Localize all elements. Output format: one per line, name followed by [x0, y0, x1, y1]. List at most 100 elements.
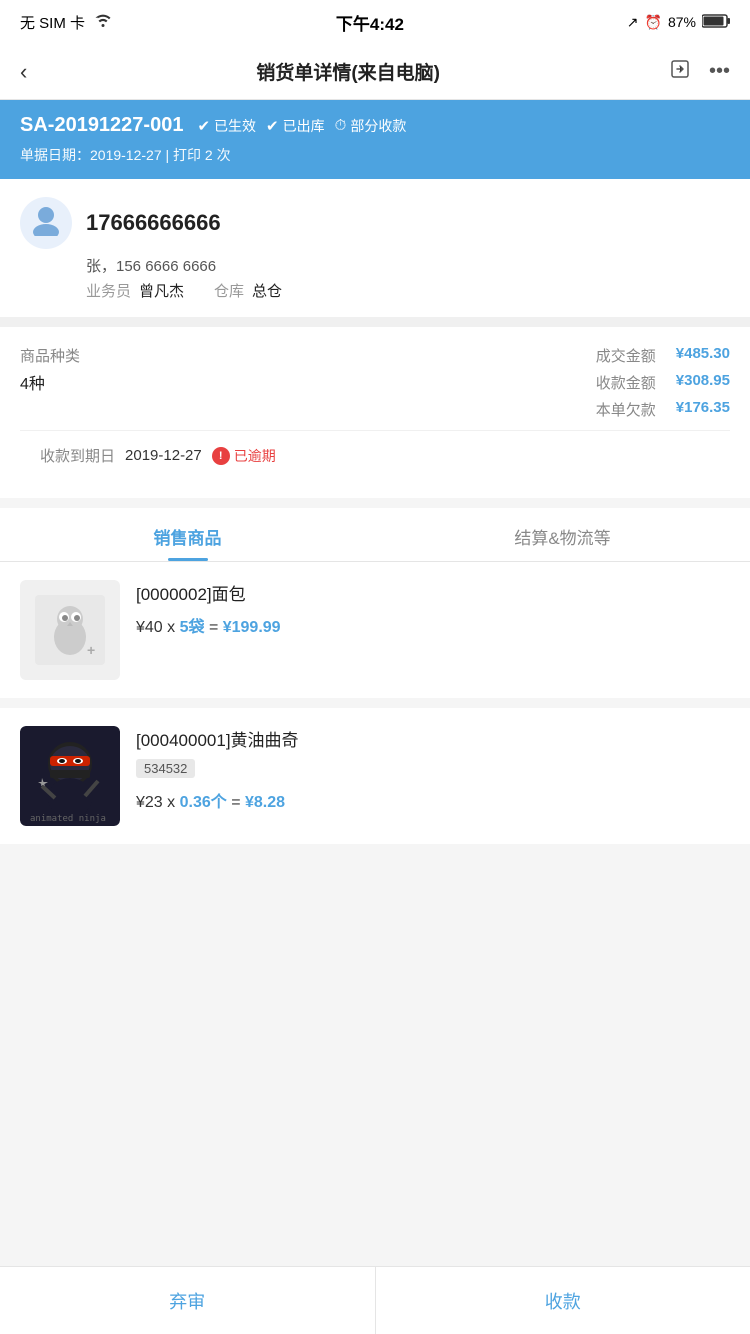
price-base-0: ¥40 x — [136, 619, 180, 636]
product-price-1: ¥23 x 0.36个 = ¥8.28 — [136, 788, 730, 812]
battery-level: 87% — [668, 14, 696, 30]
confirm-button[interactable]: 收款 — [376, 1267, 750, 1334]
warehouse-label: 仓库 — [214, 280, 244, 301]
bottom-spacer — [0, 854, 750, 934]
svg-text:+: + — [87, 642, 95, 658]
svg-text:animated ninja: animated ninja — [30, 814, 106, 824]
product-item-1: animated ninja [000400001]黄油曲奇 534532 ¥2… — [0, 708, 750, 844]
product-name-1: [000400001]黄油曲奇 — [136, 726, 730, 751]
summary-row: 商品种类 4种 成交金额 ¥485.30 收款金额 ¥308.95 本单欠款 ¥… — [20, 345, 730, 420]
status-time: 下午4:42 — [336, 10, 404, 35]
product-list: + [0000002]面包 ¥40 x 5袋 = ¥199.99 — [0, 562, 750, 934]
summary-right: 成交金额 ¥485.30 收款金额 ¥308.95 本单欠款 ¥176.35 — [596, 345, 730, 420]
salesperson-value: 曾凡杰 — [139, 280, 184, 301]
summary-label-0: 成交金额 — [596, 345, 656, 366]
tab-settlement-label: 结算&物流等 — [514, 529, 610, 548]
back-button[interactable]: ‹ — [20, 59, 27, 85]
avatar — [20, 197, 72, 249]
wifi-icon — [93, 13, 113, 31]
customer-section: 17666666666 张，156 6666 6666 业务员 曾凡杰 仓库 总… — [0, 179, 750, 317]
product-sku-1: 534532 — [136, 759, 195, 778]
equals-0: = — [205, 619, 223, 636]
equals-1: = — [227, 794, 245, 811]
customer-phone[interactable]: 17666666666 — [86, 210, 221, 236]
product-item-0: + [0000002]面包 ¥40 x 5袋 = ¥199.99 — [0, 562, 750, 698]
price-base-1: ¥23 x — [136, 794, 180, 811]
header-band: SA-20191227-001 ✔ 已生效 ✔ 已出库 ⏱ 部分收款 单据日期：… — [0, 100, 750, 179]
share-icon[interactable] — [669, 58, 691, 86]
status-tags: ✔ 已生效 ✔ 已出库 ⏱ 部分收款 — [197, 116, 406, 136]
product-total-0: ¥199.99 — [223, 619, 281, 636]
summary-label-2: 本单欠款 — [596, 399, 656, 420]
salesperson-label: 业务员 — [86, 280, 131, 301]
summary-left: 商品种类 4种 — [20, 345, 80, 394]
status-effective: ✔ 已生效 — [197, 116, 256, 136]
customer-meta: 业务员 曾凡杰 仓库 总仓 — [86, 280, 730, 301]
bottom-bar: 弃审 收款 — [0, 1266, 750, 1334]
summary-label-1: 收款金额 — [596, 372, 656, 393]
summary-section: 商品种类 4种 成交金额 ¥485.30 收款金额 ¥308.95 本单欠款 ¥… — [0, 327, 750, 498]
due-section: 收款到期日 2019-12-27 ! 已逾期 — [20, 430, 730, 480]
summary-value-1: ¥308.95 — [676, 372, 730, 393]
status-partial: ⏱ 部分收款 — [335, 116, 407, 136]
nav-bar: ‹ 销货单详情(来自电脑) ••• — [0, 44, 750, 100]
warehouse-item: 仓库 总仓 — [214, 280, 282, 301]
product-name-0: [0000002]面包 — [136, 580, 730, 605]
partial-icon: ⏱ — [335, 117, 347, 134]
tab-products-label: 销售商品 — [154, 529, 222, 548]
divider-1 — [0, 317, 750, 327]
order-id: SA-20191227-001 — [20, 114, 183, 137]
salesperson-item: 业务员 曾凡杰 — [86, 280, 184, 301]
cancel-button[interactable]: 弃审 — [0, 1267, 376, 1334]
effective-icon: ✔ — [197, 117, 210, 135]
product-thumb-svg-1: animated ninja — [20, 726, 120, 826]
due-label: 收款到期日 — [40, 445, 115, 466]
summary-item-0: 成交金额 ¥485.30 — [596, 345, 730, 366]
overdue-badge: ! 已逾期 — [212, 446, 276, 466]
tabs-section: 销售商品 结算&物流等 — [0, 508, 750, 562]
alarm-icon: ⏰ — [645, 14, 662, 31]
customer-detail: 张，156 6666 6666 — [86, 255, 730, 276]
product-price-0: ¥40 x 5袋 = ¥199.99 — [136, 613, 730, 637]
header-band-row1: SA-20191227-001 ✔ 已生效 ✔ 已出库 ⏱ 部分收款 — [20, 114, 730, 137]
tab-products[interactable]: 销售商品 — [0, 508, 375, 561]
warehouse-value: 总仓 — [252, 280, 282, 301]
status-right: ↗ ⏰ 87% — [627, 14, 730, 31]
confirm-label: 收款 — [545, 1288, 581, 1314]
summary-type-value: 4种 — [20, 370, 80, 394]
product-thumb-0: + — [20, 580, 120, 680]
product-thumb-1: animated ninja — [20, 726, 120, 826]
status-left: 无 SIM 卡 — [20, 12, 113, 33]
more-icon[interactable]: ••• — [709, 60, 730, 83]
shipped-icon: ✔ — [266, 117, 279, 135]
partial-label: 部分收款 — [350, 116, 406, 136]
summary-value-2: ¥176.35 — [676, 399, 730, 420]
overdue-icon: ! — [212, 447, 230, 465]
product-thumb-svg-0: + — [35, 595, 105, 665]
summary-item-2: 本单欠款 ¥176.35 — [596, 399, 730, 420]
due-date: 2019-12-27 — [125, 447, 202, 464]
product-qty-1: 0.36个 — [180, 794, 227, 811]
network-status: 无 SIM 卡 — [20, 12, 85, 33]
product-total-1: ¥8.28 — [245, 794, 285, 811]
product-qty-0: 5袋 — [180, 619, 205, 636]
summary-item-1: 收款金额 ¥308.95 — [596, 372, 730, 393]
battery-icon — [702, 14, 730, 31]
shipped-label: 已出库 — [283, 116, 325, 136]
status-bar: 无 SIM 卡 下午4:42 ↗ ⏰ 87% — [0, 0, 750, 44]
header-date-row: 单据日期：2019-12-27 | 打印 2 次 — [20, 145, 730, 165]
effective-label: 已生效 — [214, 116, 256, 136]
nav-right: ••• — [669, 58, 730, 86]
status-shipped: ✔ 已出库 — [266, 116, 325, 136]
product-info-0: [0000002]面包 ¥40 x 5袋 = ¥199.99 — [136, 580, 730, 637]
overdue-text: 已逾期 — [234, 446, 276, 466]
product-info-1: [000400001]黄油曲奇 534532 ¥23 x 0.36个 = ¥8.… — [136, 726, 730, 812]
cancel-label: 弃审 — [169, 1288, 205, 1314]
summary-type-label: 商品种类 — [20, 345, 80, 366]
page-title: 销货单详情(来自电脑) — [256, 58, 440, 85]
tab-settlement[interactable]: 结算&物流等 — [375, 508, 750, 561]
summary-value-0: ¥485.30 — [676, 345, 730, 366]
customer-row: 17666666666 — [20, 197, 730, 249]
location-icon: ↗ — [627, 14, 639, 31]
avatar-icon — [29, 202, 63, 244]
